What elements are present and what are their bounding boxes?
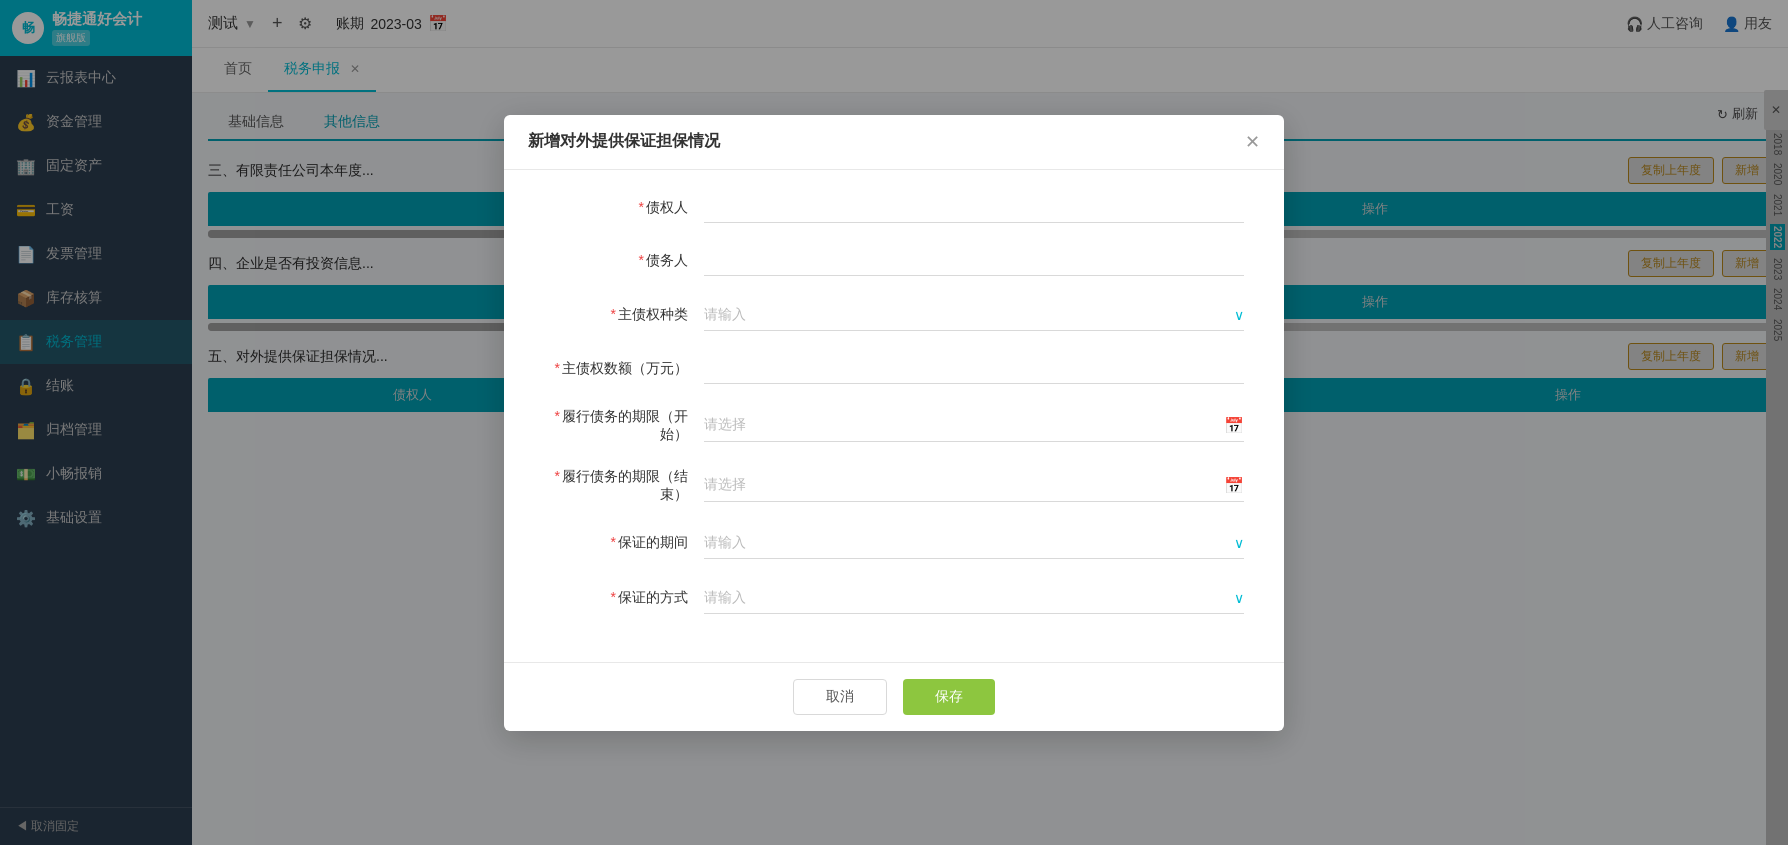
form-field-claim-amount: *主债权数额（万元） — [544, 355, 1244, 384]
creditor-input[interactable] — [704, 194, 1244, 223]
guarantee-method-placeholder: 请输入 — [704, 589, 1234, 607]
guarantee-method-select[interactable]: 请输入 ∨ — [704, 583, 1244, 614]
form-field-period-end: *履行债务的期限（结束） 请选择 📅 — [544, 468, 1244, 504]
dialog-close-button[interactable]: ✕ — [1245, 131, 1260, 153]
save-button[interactable]: 保存 — [903, 679, 995, 715]
debtor-label: *债务人 — [544, 252, 704, 270]
dialog-title: 新增对外提供保证担保情况 — [528, 131, 720, 152]
period-end-date[interactable]: 请选择 📅 — [704, 470, 1244, 502]
dialog: 新增对外提供保证担保情况 ✕ *债权人 *债务人 * — [504, 115, 1284, 731]
debtor-input[interactable] — [704, 247, 1244, 276]
chevron-down-icon-3: ∨ — [1234, 590, 1244, 606]
claim-type-placeholder: 请输入 — [704, 306, 1234, 324]
dialog-body: *债权人 *债务人 *主债权种类 请输入 ∨ — [504, 170, 1284, 662]
claim-amount-label: *主债权数额（万元） — [544, 360, 704, 378]
dialog-header: 新增对外提供保证担保情况 ✕ — [504, 115, 1284, 170]
form-field-period-start: *履行债务的期限（开始） 请选择 📅 — [544, 408, 1244, 444]
period-end-label: *履行债务的期限（结束） — [544, 468, 704, 504]
claim-amount-input[interactable] — [704, 355, 1244, 384]
dialog-footer: 取消 保存 — [504, 662, 1284, 731]
calendar-start-icon: 📅 — [1224, 416, 1244, 435]
guarantee-period-placeholder: 请输入 — [704, 534, 1234, 552]
calendar-end-icon: 📅 — [1224, 476, 1244, 495]
chevron-down-icon-2: ∨ — [1234, 535, 1244, 551]
period-start-date[interactable]: 请选择 📅 — [704, 410, 1244, 442]
chevron-down-icon: ∨ — [1234, 307, 1244, 323]
period-start-label: *履行债务的期限（开始） — [544, 408, 704, 444]
period-end-placeholder: 请选择 — [704, 476, 1224, 494]
guarantee-method-label: *保证的方式 — [544, 589, 704, 607]
form-field-creditor: *债权人 — [544, 194, 1244, 223]
claim-type-select[interactable]: 请输入 ∨ — [704, 300, 1244, 331]
cancel-button[interactable]: 取消 — [793, 679, 887, 715]
form-field-guarantee-period: *保证的期间 请输入 ∨ — [544, 528, 1244, 559]
form-field-guarantee-method: *保证的方式 请输入 ∨ — [544, 583, 1244, 614]
form-field-debtor: *债务人 — [544, 247, 1244, 276]
claim-type-label: *主债权种类 — [544, 306, 704, 324]
form-field-claim-type: *主债权种类 请输入 ∨ — [544, 300, 1244, 331]
period-start-placeholder: 请选择 — [704, 416, 1224, 434]
modal-overlay: 新增对外提供保证担保情况 ✕ *债权人 *债务人 * — [0, 0, 1788, 845]
guarantee-period-label: *保证的期间 — [544, 534, 704, 552]
guarantee-period-select[interactable]: 请输入 ∨ — [704, 528, 1244, 559]
creditor-label: *债权人 — [544, 199, 704, 217]
